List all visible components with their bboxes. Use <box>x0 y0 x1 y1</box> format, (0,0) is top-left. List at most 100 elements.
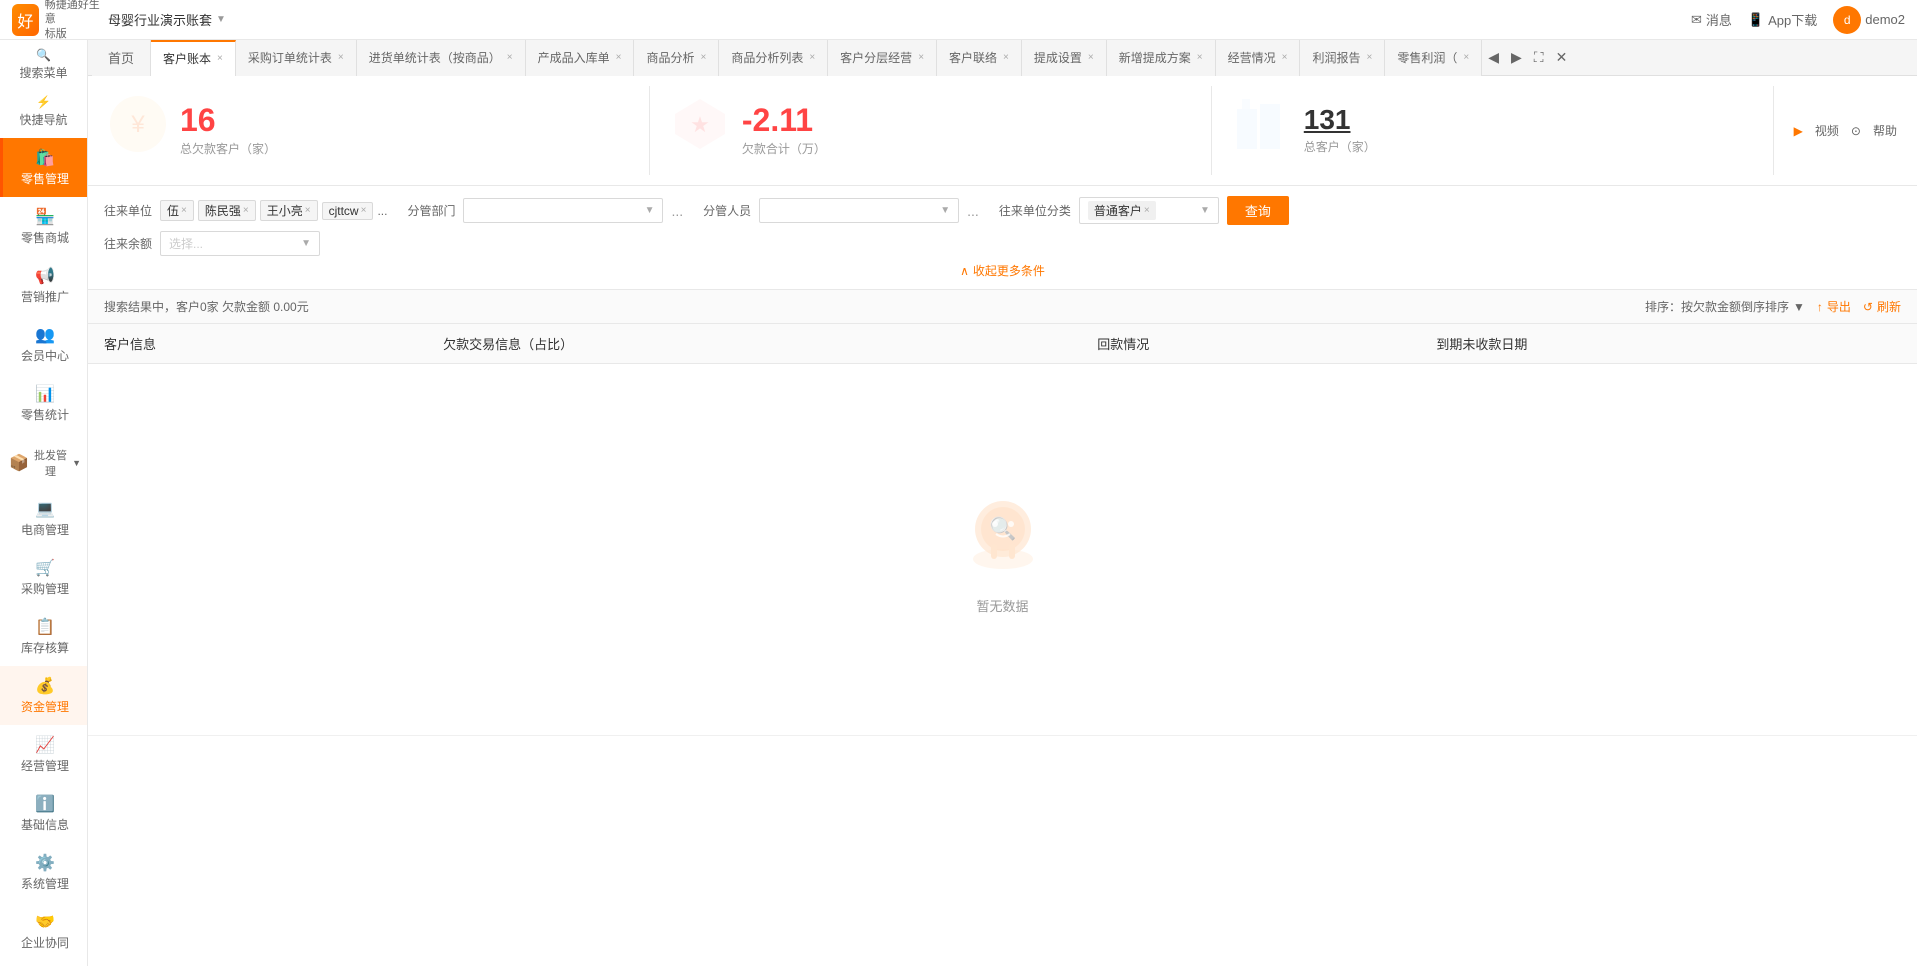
refresh-button[interactable]: ↺ 刷新 <box>1863 298 1901 315</box>
filter-tag-chenminqiang[interactable]: 陈民强 × <box>198 200 256 221</box>
tab-new-promotion-close[interactable]: × <box>1197 52 1203 63</box>
tab-retail-profit-close[interactable]: × <box>1463 52 1469 63</box>
filter-row-2: 往来余额 选择... ▼ <box>104 231 1901 256</box>
sidebar-item-member[interactable]: 👥 会员中心 <box>0 315 87 374</box>
tab-customer-segment[interactable]: 客户分层经营 × <box>828 40 937 76</box>
filter-more-btn[interactable]: ... <box>377 204 387 218</box>
sidebar-item-ecommerce[interactable]: 💻 电商管理 <box>0 489 87 548</box>
stats-row: ¥ 16 总欠款客户（家） <box>88 76 1917 186</box>
tab-scroll-right[interactable]: ▶ <box>1505 49 1528 66</box>
account-selector[interactable]: 母婴行业演示账套 ▼ <box>100 10 234 29</box>
tab-purchase-order[interactable]: 采购订单统计表 × <box>236 40 357 76</box>
filter-tag-cjttcw[interactable]: cjttcw × <box>322 202 374 220</box>
sidebar-item-new-guide[interactable]: 🎯 新手引导 <box>0 961 87 966</box>
sidebar-item-inventory[interactable]: 📋 库存核算 <box>0 607 87 666</box>
sidebar-item-purchase[interactable]: 🛒 采购管理 <box>0 548 87 607</box>
filter-tag-wangxiaoliang[interactable]: 王小亮 × <box>260 200 318 221</box>
sidebar-item-enterprise-coop[interactable]: 🤝 企业协同 <box>0 902 87 961</box>
stat-label-debt-amount: 欠款合计（万） <box>742 140 826 157</box>
company-unit-label: 往来单位 <box>104 202 152 219</box>
tab-home[interactable]: 首页 <box>92 40 151 76</box>
sidebar-item-capital[interactable]: 💰 资金管理 <box>0 666 87 725</box>
tab-operations[interactable]: 经营情况 × <box>1216 40 1301 76</box>
results-actions: 排序：按欠款金额倒序排序 ▼ ↑ 导出 ↺ 刷新 <box>1645 298 1901 315</box>
sidebar-item-retail-shop[interactable]: 🏪 零售商城 <box>0 197 87 256</box>
retail-shop-icon: 🏪 <box>35 207 55 227</box>
user-area[interactable]: d demo2 <box>1833 6 1905 34</box>
tab-profit-report[interactable]: 利润报告 × <box>1300 40 1385 76</box>
query-button[interactable]: 查询 <box>1227 196 1289 225</box>
tab-product-analysis-close[interactable]: × <box>700 52 706 63</box>
dept-label: 分管部门 <box>407 202 455 219</box>
tab-close-all[interactable]: ✕ <box>1550 49 1574 66</box>
manager-select[interactable]: ▼ <box>759 198 959 223</box>
unit-type-arrow: ▼ <box>1200 205 1210 216</box>
filter-tag-wu-close[interactable]: × <box>181 205 187 216</box>
wholesale-icon: 📦 <box>9 453 29 473</box>
tab-inbound-close[interactable]: × <box>507 52 513 63</box>
tab-scroll-left[interactable]: ◀ <box>1482 49 1505 66</box>
sidebar-item-marketing[interactable]: 📢 营销推广 <box>0 256 87 315</box>
dept-dots[interactable]: ... <box>671 203 683 219</box>
messages-btn[interactable]: ✉ 消息 <box>1691 10 1732 29</box>
unit-type-close[interactable]: × <box>1144 205 1150 216</box>
tab-product-inbound-close[interactable]: × <box>616 52 622 63</box>
sidebar-item-system[interactable]: ⚙️ 系统管理 <box>0 843 87 902</box>
tab-maximize[interactable]: ⛶ <box>1528 49 1550 66</box>
manager-dots[interactable]: ... <box>967 203 979 219</box>
app-download-btn[interactable]: 📱 App下载 <box>1748 10 1817 29</box>
sidebar-item-wholesale[interactable]: 📦 批发管理 ▼ <box>0 437 87 489</box>
svg-text:★: ★ <box>690 112 710 137</box>
enterprise-coop-icon: 🤝 <box>35 912 55 932</box>
ecommerce-icon: 💻 <box>35 499 55 519</box>
tab-profit-report-close[interactable]: × <box>1366 52 1372 63</box>
filter-tag-chen-close[interactable]: × <box>243 205 249 216</box>
sidebar-item-retail-mgmt[interactable]: 🛍️ 零售管理 <box>0 138 87 197</box>
logo-area: 好 畅捷通好生意 标版 <box>12 0 100 41</box>
tab-product-analysis-list[interactable]: 商品分析列表 × <box>719 40 828 76</box>
balance-select[interactable]: 选择... ▼ <box>160 231 320 256</box>
stat-label-debt-customers: 总欠款客户（家） <box>180 140 276 157</box>
tab-product-inbound[interactable]: 产成品入库单 × <box>526 40 635 76</box>
video-icon: ▶ <box>1794 124 1803 138</box>
search-menu-btn[interactable]: 🔍 搜索菜单 <box>0 40 87 89</box>
wholesale-expand-icon: ▼ <box>72 458 81 468</box>
sidebar-item-retail-stats[interactable]: 📊 零售统计 <box>0 374 87 433</box>
empty-state-text: 暂无数据 <box>976 596 1028 615</box>
collapse-button[interactable]: ∧ 收起更多条件 <box>104 262 1901 279</box>
tab-retail-profit[interactable]: 零售利润（ × <box>1385 40 1482 76</box>
dept-value <box>472 202 484 219</box>
tab-purchase-close[interactable]: × <box>338 52 344 63</box>
tab-accounts-close[interactable]: × <box>217 53 223 64</box>
empty-state-icon: 🔍 <box>953 484 1053 584</box>
tab-accounts[interactable]: 客户账本 × <box>151 40 236 76</box>
top-bar-right: ✉ 消息 📱 App下载 d demo2 <box>1691 6 1905 34</box>
unit-type-tag: 普通客户 × <box>1088 201 1156 220</box>
dept-select[interactable]: ▼ <box>463 198 663 223</box>
tab-promotion-settings[interactable]: 提成设置 × <box>1022 40 1107 76</box>
sidebar-item-operations[interactable]: 📈 经营管理 <box>0 725 87 784</box>
tab-product-analysis-list-close[interactable]: × <box>809 52 815 63</box>
retail-stats-icon: 📊 <box>35 384 55 404</box>
tab-customer-segment-close[interactable]: × <box>918 52 924 63</box>
search-icon: 🔍 <box>36 48 51 62</box>
tab-customer-contact-close[interactable]: × <box>1003 52 1009 63</box>
filter-tag-wang-close[interactable]: × <box>305 205 311 216</box>
empty-state-row: 🔍 暂无数据 <box>88 364 1917 736</box>
sort-button[interactable]: 排序：按欠款金额倒序排序 ▼ <box>1645 298 1805 315</box>
export-button[interactable]: ↑ 导出 <box>1817 298 1851 315</box>
tab-new-promotion[interactable]: 新增提成方案 × <box>1107 40 1216 76</box>
data-table: 客户信息 欠款交易信息（占比） 回款情况 到期未收款日期 <box>88 324 1917 736</box>
tab-customer-contact[interactable]: 客户联络 × <box>937 40 1022 76</box>
tab-product-analysis[interactable]: 商品分析 × <box>634 40 719 76</box>
unit-type-select[interactable]: 普通客户 × ▼ <box>1079 197 1219 224</box>
filter-tag-cjttcw-close[interactable]: × <box>361 205 367 216</box>
tab-inbound-stats[interactable]: 进货单统计表（按商品） × <box>357 40 526 76</box>
tab-promotion-settings-close[interactable]: × <box>1088 52 1094 63</box>
account-dropdown-arrow: ▼ <box>216 14 226 25</box>
tab-operations-close[interactable]: × <box>1282 52 1288 63</box>
quick-nav-btn[interactable]: ⚡ 快捷导航 <box>0 89 87 134</box>
filter-tag-wu[interactable]: 伍 × <box>160 200 194 221</box>
purchase-icon: 🛒 <box>35 558 55 578</box>
sidebar-item-basic-info[interactable]: ℹ️ 基础信息 <box>0 784 87 843</box>
